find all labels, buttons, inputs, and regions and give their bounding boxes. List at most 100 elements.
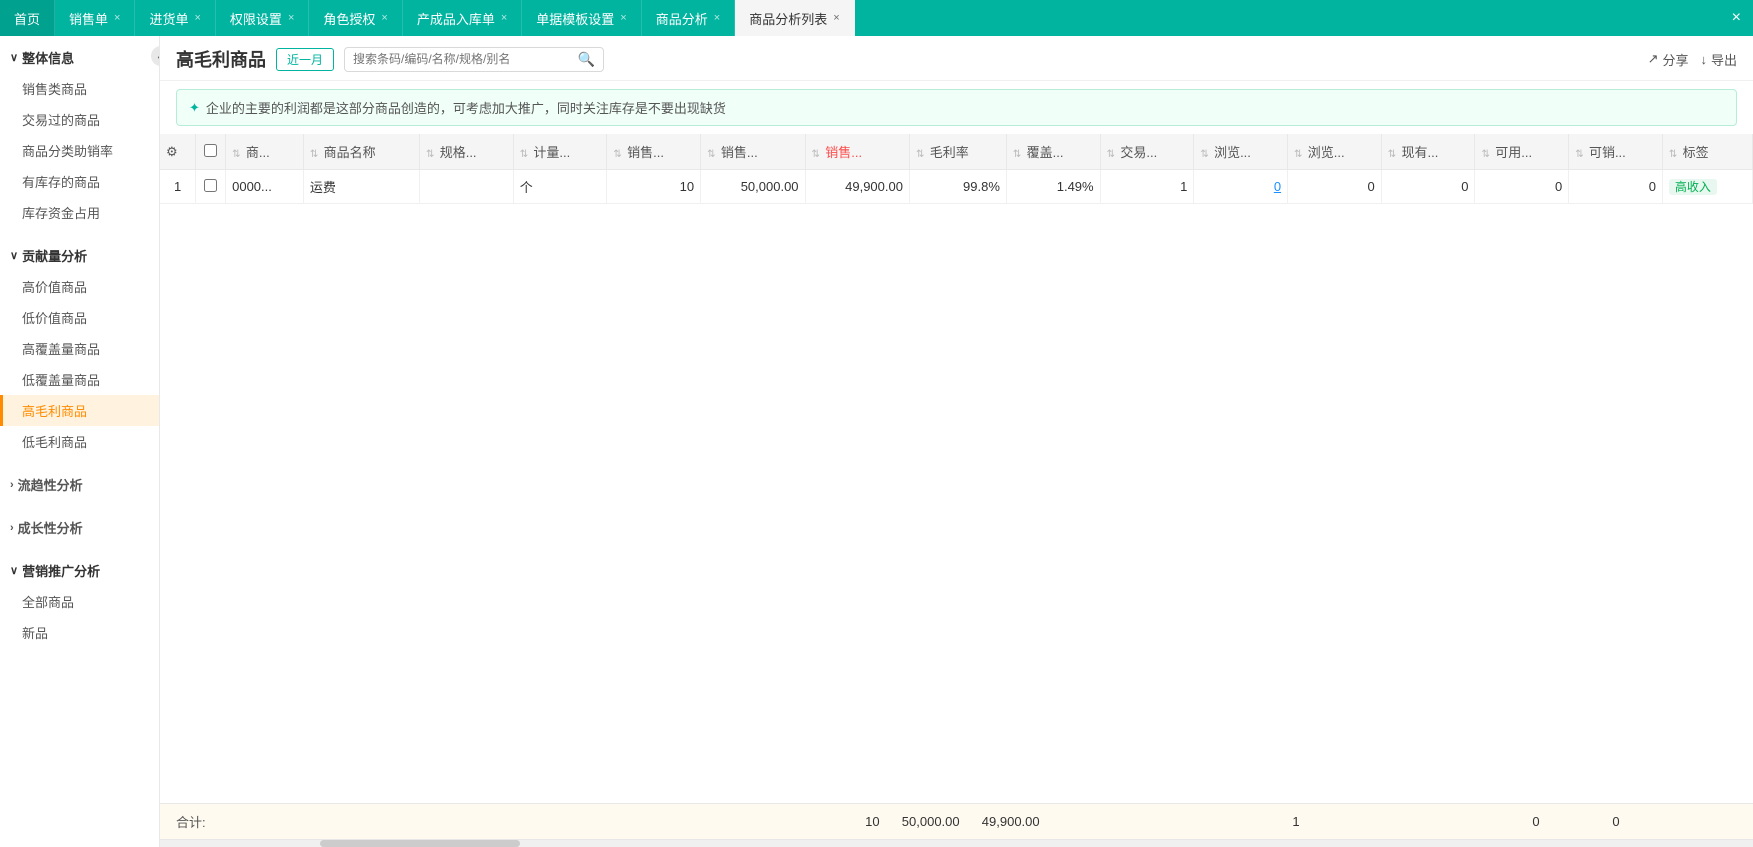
nav-product-analysis-list[interactable]: 商品分析列表 × <box>735 0 854 36</box>
row-available: 0 <box>1475 170 1569 204</box>
close-product-analysis-list-icon[interactable]: × <box>833 12 839 24</box>
close-sales-order-icon[interactable]: × <box>114 12 120 24</box>
export-button[interactable]: ↓ 导出 <box>1700 50 1737 69</box>
sidebar-item-low-value[interactable]: 低价值商品 <box>0 302 159 333</box>
scrollbar-thumb[interactable] <box>320 840 520 847</box>
sidebar-section-contribution: ∨ 贡献量分析 高价值商品 低价值商品 高覆盖量商品 低覆盖量商品 高毛利商品 … <box>0 234 159 463</box>
row-checkbox-cell[interactable] <box>196 170 226 204</box>
page-title: 高毛利商品 <box>176 46 266 72</box>
row-current: 0 <box>1381 170 1475 204</box>
sort-icon-9: ⇅ <box>1013 149 1021 160</box>
col-transactions[interactable]: ⇅ 交易... <box>1100 134 1194 170</box>
col-current[interactable]: ⇅ 现有... <box>1381 134 1475 170</box>
sidebar-item-category-assist-rate[interactable]: 商品分类助销率 <box>0 135 159 166</box>
sort-icon-14: ⇅ <box>1481 149 1489 160</box>
table-container[interactable]: ⚙ ⇅ 商... ⇅ 商品名称 <box>160 134 1753 803</box>
nav-product-analysis[interactable]: 商品分析 × <box>642 0 735 36</box>
sidebar-section-growth: › 成长性分析 <box>0 506 159 549</box>
data-table: ⚙ ⇅ 商... ⇅ 商品名称 <box>160 134 1753 204</box>
row-index: 1 <box>160 170 196 204</box>
close-purchase-order-icon[interactable]: × <box>194 12 200 24</box>
nav-purchase-order[interactable]: 进货单 × <box>135 0 215 36</box>
sidebar-item-low-coverage[interactable]: 低覆盖量商品 <box>0 364 159 395</box>
row-name: 运费 <box>303 170 419 204</box>
close-all-button[interactable]: × <box>1732 9 1741 27</box>
nav-role-auth[interactable]: 角色授权 × <box>309 0 402 36</box>
sidebar-section-trend-title[interactable]: › 流趋性分析 <box>0 469 159 500</box>
search-input[interactable] <box>353 52 578 66</box>
sidebar-item-high-value[interactable]: 高价值商品 <box>0 271 159 302</box>
nav-permission-settings[interactable]: 权限设置 × <box>216 0 309 36</box>
close-permission-icon[interactable]: × <box>288 12 294 24</box>
row-checkbox[interactable] <box>204 179 217 192</box>
sidebar-item-new-goods[interactable]: 新品 <box>0 617 159 648</box>
sort-icon-12: ⇅ <box>1294 149 1302 160</box>
col-checkbox[interactable] <box>196 134 226 170</box>
close-product-analysis-icon[interactable]: × <box>714 12 720 24</box>
col-sales3[interactable]: ⇅ 销售... <box>805 134 909 170</box>
sidebar-section-growth-title[interactable]: › 成长性分析 <box>0 512 159 543</box>
col-spec[interactable]: ⇅ 规格... <box>419 134 513 170</box>
sidebar-item-sales-goods[interactable]: 销售类商品 <box>0 73 159 104</box>
col-tag[interactable]: ⇅ 标签 <box>1662 134 1752 170</box>
arrow-down-icon-3: ∨ <box>10 564 18 577</box>
col-coverage[interactable]: ⇅ 覆盖... <box>1006 134 1100 170</box>
sort-icon-15: ⇅ <box>1575 149 1583 160</box>
col-browse1[interactable]: ⇅ 浏览... <box>1194 134 1288 170</box>
row-browse1[interactable]: 0 <box>1194 170 1288 204</box>
col-available[interactable]: ⇅ 可用... <box>1475 134 1569 170</box>
nav-product-storage[interactable]: 产成品入库单 × <box>403 0 522 36</box>
nav-template-settings[interactable]: 单据模板设置 × <box>522 0 641 36</box>
footer-label: 合计: <box>176 812 206 831</box>
select-all-checkbox[interactable] <box>204 144 217 157</box>
export-icon: ↓ <box>1700 52 1707 67</box>
close-role-auth-icon[interactable]: × <box>381 12 387 24</box>
nav-home[interactable]: 首页 <box>0 0 55 36</box>
sort-icon-8: ⇅ <box>916 149 924 160</box>
sidebar-section-marketing: ∨ 营销推广分析 全部商品 新品 <box>0 549 159 654</box>
close-template-icon[interactable]: × <box>620 12 626 24</box>
sidebar-section-marketing-title[interactable]: ∨ 营销推广分析 <box>0 555 159 586</box>
col-browse2[interactable]: ⇅ 浏览... <box>1288 134 1382 170</box>
sidebar-item-high-coverage[interactable]: 高覆盖量商品 <box>0 333 159 364</box>
sort-icon-5: ⇅ <box>613 149 621 160</box>
sidebar-item-stock-capital[interactable]: 库存资金占用 <box>0 197 159 228</box>
footer-transactions: 1 <box>1226 814 1306 829</box>
table-row: 1 0000... 运费 <box>160 170 1753 204</box>
arrow-right-icon: › <box>10 479 14 491</box>
col-sales1[interactable]: ⇅ 销售... <box>607 134 701 170</box>
date-filter-button[interactable]: 近一月 <box>276 48 334 71</box>
sort-icon-10: ⇅ <box>1107 149 1115 160</box>
header-actions: ↗ 分享 ↓ 导出 <box>1648 50 1737 69</box>
share-button[interactable]: ↗ 分享 <box>1648 50 1689 69</box>
sort-icon: ⇅ <box>232 149 240 160</box>
col-sales2[interactable]: ⇅ 销售... <box>701 134 805 170</box>
col-name[interactable]: ⇅ 商品名称 <box>303 134 419 170</box>
main-layout: « ∨ 整体信息 销售类商品 交易过的商品 商品分类助销率 有库存的商品 库存资… <box>0 36 1753 847</box>
col-unit[interactable]: ⇅ 计量... <box>513 134 607 170</box>
sort-icon-16: ⇅ <box>1669 149 1677 160</box>
col-settings[interactable]: ⚙ <box>160 134 196 170</box>
arrow-right-icon-2: › <box>10 522 14 534</box>
sidebar-item-in-stock-goods[interactable]: 有库存的商品 <box>0 166 159 197</box>
col-code[interactable]: ⇅ 商... <box>226 134 304 170</box>
tag-badge: 高收入 <box>1669 179 1717 195</box>
sidebar-item-traded-goods[interactable]: 交易过的商品 <box>0 104 159 135</box>
horizontal-scrollbar[interactable] <box>160 839 1753 847</box>
row-gross-rate: 99.8% <box>909 170 1006 204</box>
sidebar-section-overview-title[interactable]: ∨ 整体信息 <box>0 42 159 73</box>
content-header: 高毛利商品 近一月 🔍 ↗ 分享 ↓ 导出 <box>160 36 1753 81</box>
close-product-storage-icon[interactable]: × <box>501 12 507 24</box>
sort-icon-11: ⇅ <box>1200 149 1208 160</box>
sidebar-section-contribution-title[interactable]: ∨ 贡献量分析 <box>0 240 159 271</box>
row-transactions: 1 <box>1100 170 1194 204</box>
sidebar-item-high-margin[interactable]: 高毛利商品 <box>0 395 159 426</box>
col-sellable[interactable]: ⇅ 可销... <box>1569 134 1663 170</box>
sidebar-item-low-margin[interactable]: 低毛利商品 <box>0 426 159 457</box>
col-gross-rate[interactable]: ⇅ 毛利率 <box>909 134 1006 170</box>
content-area: 高毛利商品 近一月 🔍 ↗ 分享 ↓ 导出 ✦ 企业的主要的利润都是这部分商品创… <box>160 36 1753 847</box>
sidebar-item-all-goods[interactable]: 全部商品 <box>0 586 159 617</box>
settings-icon: ⚙ <box>166 144 178 159</box>
search-icon[interactable]: 🔍 <box>578 51 595 68</box>
nav-sales-order[interactable]: 销售单 × <box>55 0 135 36</box>
